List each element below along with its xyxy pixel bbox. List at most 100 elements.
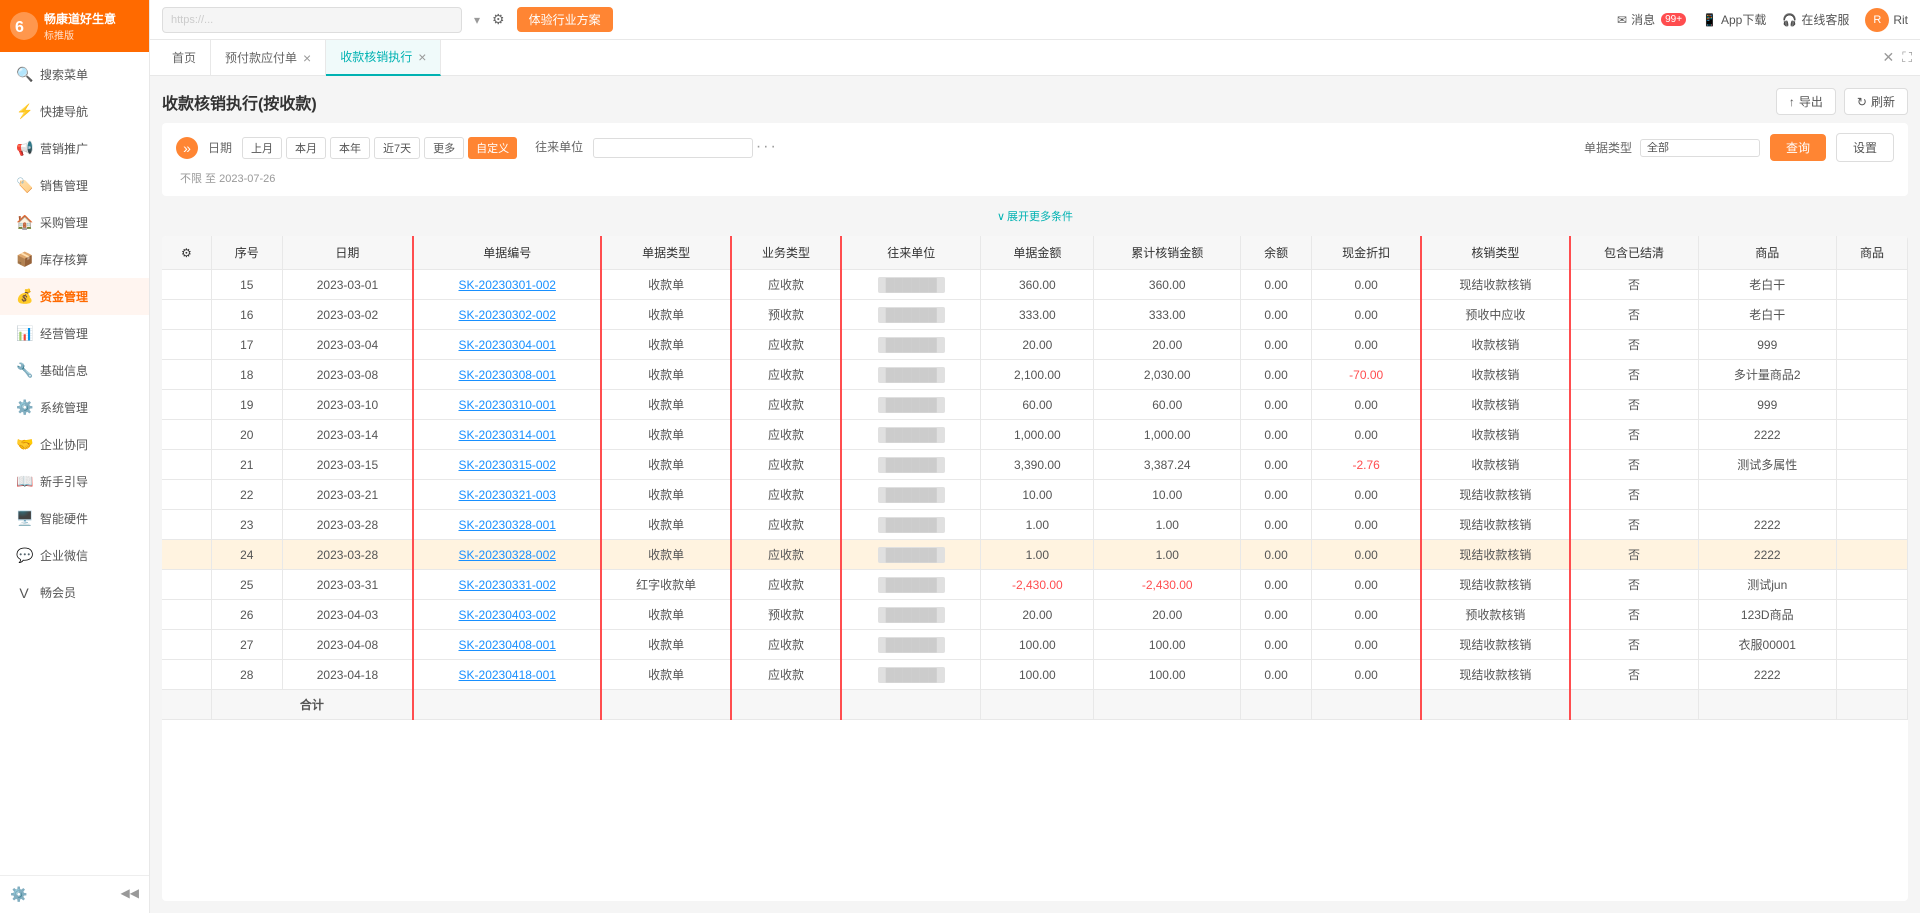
cell-goods2: [1836, 270, 1907, 300]
cell-no: 26: [211, 600, 282, 630]
tab-prepay-close[interactable]: ×: [303, 50, 311, 66]
sidebar-item-corp[interactable]: 🤝企业协同: [0, 426, 149, 463]
cell-accumulated: 1,000.00: [1094, 420, 1241, 450]
this-month-btn[interactable]: 本月: [286, 137, 326, 159]
cell-goods: [1698, 480, 1836, 510]
doc-type-select[interactable]: 全部 收款单 红字收款单: [1640, 139, 1760, 157]
user-profile[interactable]: R Rit: [1865, 8, 1908, 32]
expand-window-icon[interactable]: ⛶: [1902, 49, 1912, 66]
gear-icon[interactable]: ⚙: [492, 11, 505, 28]
last-month-btn[interactable]: 上月: [242, 137, 282, 159]
sidebar-item-guide[interactable]: 📖新手引导: [0, 463, 149, 500]
cell-partner: ██████: [841, 660, 981, 690]
filter-mid: 往来单位 ···: [535, 138, 778, 158]
sidebar-item-member[interactable]: V畅会员: [0, 574, 149, 611]
cell-docno: SK-20230408-001: [413, 630, 601, 660]
cell-date: 2023-03-10: [282, 390, 413, 420]
export-button[interactable]: ↑ 导出: [1776, 88, 1836, 115]
cell-partner: ██████: [841, 450, 981, 480]
cell-cashdiscount: 0.00: [1312, 480, 1422, 510]
cell-includesettled: 否: [1570, 420, 1699, 450]
expand-more-button[interactable]: ∨ 展开更多条件: [997, 208, 1073, 224]
sidebar-item-inventory[interactable]: 📦库存核算: [0, 241, 149, 278]
cell-no: 28: [211, 660, 282, 690]
cell-cashdiscount: 0.00: [1312, 570, 1422, 600]
headset-icon: 🎧: [1782, 13, 1797, 27]
cell-amount: 60.00: [981, 390, 1094, 420]
refresh-button[interactable]: ↻ 刷新: [1844, 88, 1908, 115]
tab-collection[interactable]: 收款核销执行 ×: [326, 40, 441, 76]
cell-docno: SK-20230328-001: [413, 510, 601, 540]
sidebar-item-marketing[interactable]: 📢营销推广: [0, 130, 149, 167]
app-download-group[interactable]: 📱 App下载: [1702, 11, 1766, 28]
this-year-btn[interactable]: 本年: [330, 137, 370, 159]
sidebar-item-hardware[interactable]: 🖥️智能硬件: [0, 500, 149, 537]
more-date-btn[interactable]: 更多: [424, 137, 464, 159]
partner-dots-button[interactable]: ···: [756, 138, 778, 155]
col-settings-header[interactable]: ⚙: [162, 236, 211, 270]
cell-no: 18: [211, 360, 282, 390]
table-row: 19 2023-03-10 SK-20230310-001 收款单 应收款 ██…: [162, 390, 1908, 420]
address-bar[interactable]: https://...: [162, 7, 462, 33]
cell-goods2: [1836, 540, 1907, 570]
svg-text:6: 6: [15, 19, 24, 36]
col-doctype-header: 单据类型: [601, 236, 730, 270]
tab-collection-close[interactable]: ×: [418, 49, 426, 65]
cell-no: 24: [211, 540, 282, 570]
close-all-icon[interactable]: ✕: [1882, 49, 1894, 66]
cell-balance: 0.00: [1241, 540, 1312, 570]
cell-goods2: [1836, 450, 1907, 480]
cell-amount: 1.00: [981, 510, 1094, 540]
sidebar-item-operation[interactable]: 📊经营管理: [0, 315, 149, 352]
cell-balance: 0.00: [1241, 630, 1312, 660]
logo-sub: 标推版: [44, 27, 116, 42]
cell-goods: 123D商品: [1698, 600, 1836, 630]
sidebar-item-search[interactable]: 🔍搜索菜单: [0, 56, 149, 93]
cell-includesettled: 否: [1570, 510, 1699, 540]
tab-home[interactable]: 首页: [158, 40, 211, 76]
tab-prepay[interactable]: 预付款应付单 ×: [211, 40, 326, 76]
col-partner-header: 往来单位: [841, 236, 981, 270]
custom-date-btn[interactable]: 自定义: [468, 137, 517, 159]
cell-no: 23: [211, 510, 282, 540]
corp-icon: 🤝: [16, 436, 32, 453]
partner-input[interactable]: [593, 138, 753, 158]
cell-biztype: 应收款: [731, 480, 841, 510]
cell-partner: ██████: [841, 570, 981, 600]
setting-button[interactable]: 设置: [1836, 133, 1894, 162]
sidebar-item-quick[interactable]: ⚡快捷导航: [0, 93, 149, 130]
cell-accumulated: 2,030.00: [1094, 360, 1241, 390]
cell-balance: 0.00: [1241, 660, 1312, 690]
settings-icon[interactable]: ⚙️: [10, 886, 27, 903]
col-writeofftype-header: 核销类型: [1421, 236, 1569, 270]
cell-goods2: [1836, 360, 1907, 390]
messages-group[interactable]: ✉ 消息 99+: [1617, 11, 1686, 28]
query-button[interactable]: 查询: [1770, 134, 1826, 161]
col-no-header: 序号: [211, 236, 282, 270]
cell-goods2: [1836, 420, 1907, 450]
cell-writeofftype: 现结收款核销: [1421, 570, 1569, 600]
cell-partner: ██████: [841, 540, 981, 570]
sidebar-item-system[interactable]: ⚙️系统管理: [0, 389, 149, 426]
industry-solution-button[interactable]: 体验行业方案: [517, 7, 613, 32]
topbar-right: ✉ 消息 99+ 📱 App下载 🎧 在线客服 R Rit: [1617, 8, 1908, 32]
hardware-icon: 🖥️: [16, 510, 32, 527]
filter-toggle-button[interactable]: »: [176, 137, 198, 159]
cell-biztype: 应收款: [731, 330, 841, 360]
cell-biztype: 应收款: [731, 420, 841, 450]
sidebar-item-sales[interactable]: 🏷️销售管理: [0, 167, 149, 204]
logo-text: 畅康道好生意: [44, 10, 116, 27]
sidebar-item-finance[interactable]: 💰资金管理: [0, 278, 149, 315]
sidebar-item-purchase[interactable]: 🏠采购管理: [0, 204, 149, 241]
cell-includesettled: 否: [1570, 300, 1699, 330]
sidebar-item-basic[interactable]: 🔧基础信息: [0, 352, 149, 389]
cell-partner: ██████: [841, 600, 981, 630]
online-service-group[interactable]: 🎧 在线客服: [1782, 11, 1849, 28]
last-7-days-btn[interactable]: 近7天: [374, 137, 420, 159]
cell-accumulated: 100.00: [1094, 630, 1241, 660]
collapse-icon[interactable]: ◀◀: [121, 886, 139, 903]
table-row: 15 2023-03-01 SK-20230301-002 收款单 应收款 ██…: [162, 270, 1908, 300]
sidebar-item-wechat[interactable]: 💬企业微信: [0, 537, 149, 574]
cell-amount: 1,000.00: [981, 420, 1094, 450]
tabs-actions: ✕ ⛶: [1882, 49, 1912, 66]
